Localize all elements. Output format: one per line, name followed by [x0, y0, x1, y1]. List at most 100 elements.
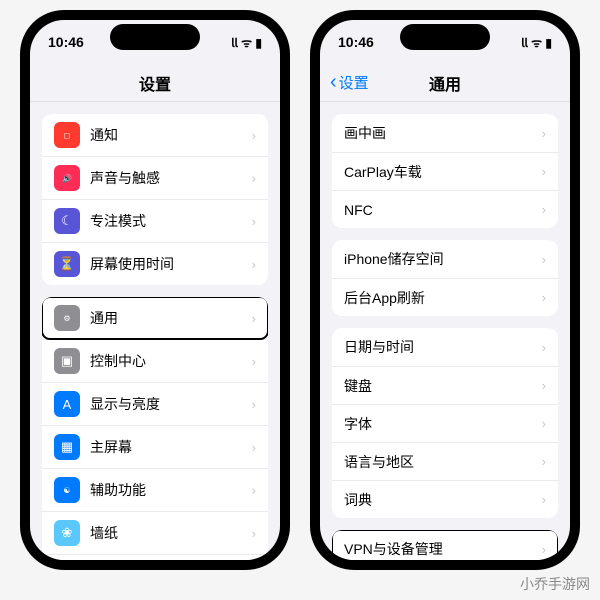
- chevron-right-icon: ›: [252, 440, 256, 455]
- app-icon: ☾: [54, 208, 80, 234]
- chevron-right-icon: ›: [542, 340, 546, 355]
- list-item[interactable]: ⏳ 屏幕使用时间›: [42, 242, 268, 285]
- row-label: 通知: [90, 125, 252, 145]
- list-item[interactable]: ◻︎ 通知›: [42, 114, 268, 156]
- list-item[interactable]: iPhone储存空间›: [332, 240, 558, 278]
- settings-section: ◻︎通知›🔊声音与触感›☾专注模式›⏳屏幕使用时间›: [42, 114, 268, 285]
- list-item[interactable]: ⚙︎ 通用›: [42, 297, 268, 339]
- list-item[interactable]: ☾ 专注模式›: [42, 199, 268, 242]
- row-label: 屏幕使用时间: [90, 254, 252, 274]
- settings-list[interactable]: ◻︎通知›🔊声音与触感›☾专注模式›⏳屏幕使用时间›⚙︎通用›▣控制中心›A显示…: [30, 102, 280, 560]
- list-item[interactable]: 字体›: [332, 404, 558, 442]
- canvas: 10:46 𝗅𝗅 ᯤ ▮ 设置 ◻︎通知›🔊声音与触感›☾专注模式›⏳屏幕使用时…: [0, 0, 600, 580]
- chevron-right-icon: ›: [252, 311, 256, 326]
- list-item[interactable]: ▣ 控制中心›: [42, 339, 268, 382]
- row-label: 辅助功能: [90, 480, 252, 500]
- chevron-right-icon: ›: [542, 164, 546, 179]
- app-icon: ▣: [54, 348, 80, 374]
- settings-section: 日期与时间›键盘›字体›语言与地区›词典›: [332, 328, 558, 518]
- chevron-right-icon: ›: [252, 257, 256, 272]
- row-label: 控制中心: [90, 351, 252, 371]
- row-label: 词典: [344, 490, 542, 510]
- chevron-right-icon: ›: [542, 126, 546, 141]
- row-label: 主屏幕: [90, 437, 252, 457]
- dynamic-island: [400, 24, 490, 50]
- back-button[interactable]: ‹ 设置: [330, 71, 369, 94]
- row-label: 日期与时间: [344, 337, 542, 357]
- app-icon: ❀: [54, 520, 80, 546]
- chevron-right-icon: ›: [542, 378, 546, 393]
- list-item[interactable]: 语言与地区›: [332, 442, 558, 480]
- chevron-right-icon: ›: [542, 416, 546, 431]
- screen-left: 10:46 𝗅𝗅 ᯤ ▮ 设置 ◻︎通知›🔊声音与触感›☾专注模式›⏳屏幕使用时…: [30, 20, 280, 560]
- list-item[interactable]: 日期与时间›: [332, 328, 558, 366]
- row-label: 画中画: [344, 123, 542, 143]
- settings-section: iPhone储存空间›后台App刷新›: [332, 240, 558, 316]
- page-title: 设置: [139, 71, 171, 95]
- row-label: NFC: [344, 202, 542, 218]
- page-title: 通用: [429, 71, 461, 95]
- status-time: 10:46: [48, 34, 84, 50]
- list-item[interactable]: 画中画›: [332, 114, 558, 152]
- row-label: 墙纸: [90, 523, 252, 543]
- chevron-right-icon: ›: [252, 214, 256, 229]
- list-item[interactable]: 词典›: [332, 480, 558, 518]
- status-indicators: 𝗅𝗅 ᯤ ▮: [231, 34, 262, 51]
- phone-right: 10:46 𝗅𝗅 ᯤ ▮ ‹ 设置 通用 画中画›CarPlay车载›NFC›i…: [310, 10, 580, 570]
- list-item[interactable]: VPN与设备管理›: [332, 530, 558, 560]
- chevron-right-icon: ›: [252, 354, 256, 369]
- chevron-right-icon: ›: [542, 454, 546, 469]
- list-item[interactable]: ❀ 墙纸›: [42, 511, 268, 554]
- row-label: iPhone储存空间: [344, 249, 542, 269]
- dynamic-island: [110, 24, 200, 50]
- row-label: CarPlay车载: [344, 162, 542, 182]
- row-label: 语言与地区: [344, 452, 542, 472]
- chevron-right-icon: ›: [252, 397, 256, 412]
- app-icon: ⏳: [54, 251, 80, 277]
- row-label: 后台App刷新: [344, 288, 542, 308]
- row-label: 声音与触感: [90, 168, 252, 188]
- list-item[interactable]: CarPlay车载›: [332, 152, 558, 190]
- back-label: 设置: [339, 72, 369, 93]
- row-label: 字体: [344, 414, 542, 434]
- list-item[interactable]: ☯︎辅助功能›: [42, 468, 268, 511]
- app-icon: ☯︎: [54, 477, 80, 503]
- list-item[interactable]: NFC›: [332, 190, 558, 228]
- list-item[interactable]: A 显示与亮度›: [42, 382, 268, 425]
- chevron-right-icon: ›: [542, 492, 546, 507]
- settings-section: VPN与设备管理›: [332, 530, 558, 560]
- app-icon: A: [54, 391, 80, 417]
- list-item[interactable]: 键盘›: [332, 366, 558, 404]
- app-icon: ◻︎: [54, 122, 80, 148]
- chevron-right-icon: ›: [542, 290, 546, 305]
- phone-left: 10:46 𝗅𝗅 ᯤ ▮ 设置 ◻︎通知›🔊声音与触感›☾专注模式›⏳屏幕使用时…: [20, 10, 290, 570]
- chevron-left-icon: ‹: [330, 71, 337, 94]
- general-list[interactable]: 画中画›CarPlay车载›NFC›iPhone储存空间›后台App刷新›日期与…: [320, 102, 570, 560]
- nav-bar: 设置: [30, 64, 280, 102]
- chevron-right-icon: ›: [252, 526, 256, 541]
- status-time: 10:46: [338, 34, 374, 50]
- chevron-right-icon: ›: [542, 542, 546, 557]
- list-item[interactable]: 🔊 声音与触感›: [42, 156, 268, 199]
- row-label: 显示与亮度: [90, 394, 252, 414]
- list-item[interactable]: ◉Siri与搜索›: [42, 554, 268, 560]
- row-label: 专注模式: [90, 211, 252, 231]
- chevron-right-icon: ›: [542, 252, 546, 267]
- chevron-right-icon: ›: [252, 128, 256, 143]
- app-icon: 🔊: [54, 165, 80, 191]
- app-icon: ▦: [54, 434, 80, 460]
- list-item[interactable]: ▦ 主屏幕›: [42, 425, 268, 468]
- nav-bar: ‹ 设置 通用: [320, 64, 570, 102]
- status-indicators: 𝗅𝗅 ᯤ ▮: [521, 34, 552, 51]
- row-label: 通用: [90, 308, 252, 328]
- chevron-right-icon: ›: [542, 202, 546, 217]
- settings-section: 画中画›CarPlay车载›NFC›: [332, 114, 558, 228]
- row-label: VPN与设备管理: [344, 539, 542, 559]
- list-item[interactable]: 后台App刷新›: [332, 278, 558, 316]
- settings-section: ⚙︎通用›▣控制中心›A显示与亮度›▦主屏幕›☯︎辅助功能›❀墙纸›◉Siri与…: [42, 297, 268, 560]
- app-icon: ⚙︎: [54, 305, 80, 331]
- chevron-right-icon: ›: [252, 171, 256, 186]
- screen-right: 10:46 𝗅𝗅 ᯤ ▮ ‹ 设置 通用 画中画›CarPlay车载›NFC›i…: [320, 20, 570, 560]
- row-label: 键盘: [344, 376, 542, 396]
- watermark: 小乔手游网: [520, 574, 590, 594]
